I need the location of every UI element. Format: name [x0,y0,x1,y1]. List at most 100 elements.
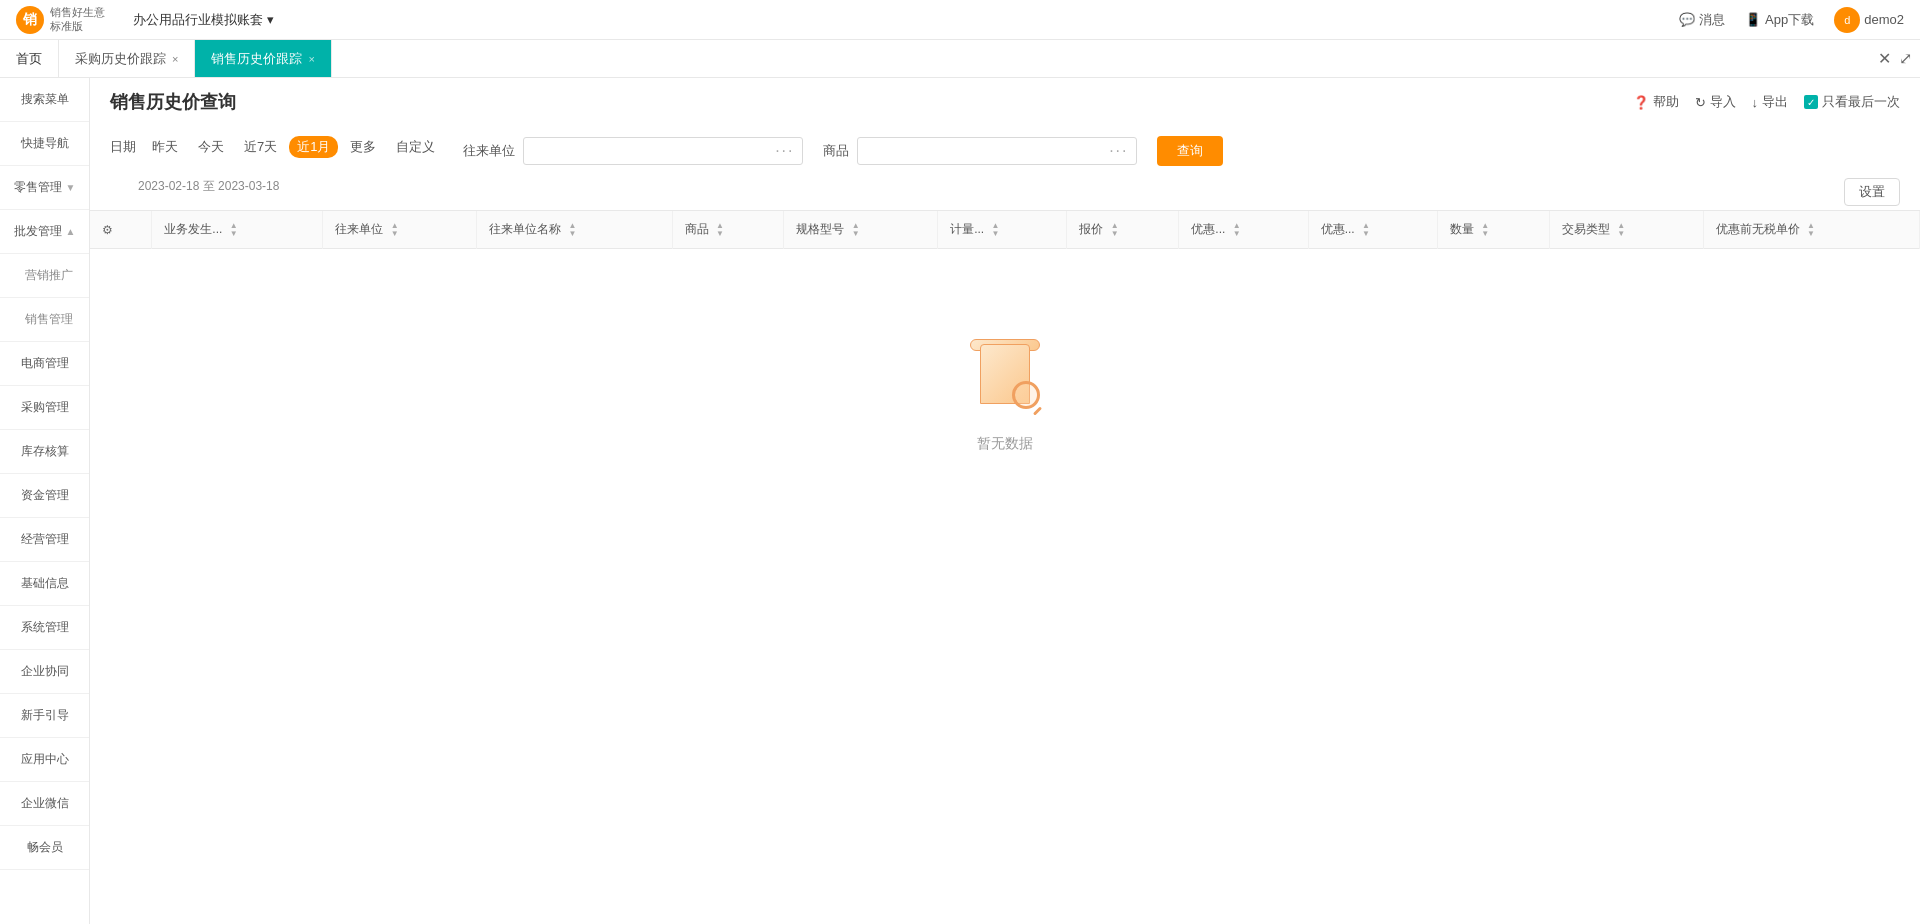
app-download-btn[interactable]: 📱 App下载 [1745,11,1814,29]
sidebar-item-enterprise-coop[interactable]: 企业协同 [0,650,89,694]
message-btn[interactable]: 💬 消息 [1679,11,1725,29]
tab-bar-actions: ✕ ⤢ [1878,49,1920,68]
tab-purchase-price-close[interactable]: × [172,53,178,65]
sidebar-item-system-mgmt[interactable]: 系统管理 [0,606,89,650]
sort-arrows-partner-name: ▲▼ [568,222,576,238]
col-partner-name[interactable]: 往来单位名称 ▲▼ [477,211,672,249]
col-unit[interactable]: 计量... ▲▼ [938,211,1067,249]
message-icon: 💬 [1679,12,1695,27]
col-quantity[interactable]: 数量 ▲▼ [1437,211,1549,249]
tab-sales-price[interactable]: 销售历史价跟踪 × [195,40,331,77]
sidebar-item-app-center[interactable]: 应用中心 [0,738,89,782]
tab-home[interactable]: 首页 [0,40,59,77]
top-header: 销 销售好生意 标准版 办公用品行业模拟账套 ▾ 💬 消息 📱 App下载 d … [0,0,1920,40]
page-title: 销售历史价查询 [110,90,236,114]
partner-input[interactable]: ··· [523,137,803,165]
empty-text: 暂无数据 [977,435,1033,453]
goods-input-dots[interactable]: ··· [1109,142,1128,160]
tab-purchase-price[interactable]: 采购历史价跟踪 × [59,40,195,77]
no-data-icon [960,329,1050,419]
sidebar-item-new-guide[interactable]: 新手引导 [0,694,89,738]
retail-mgmt-arrow: ▼ [66,181,76,194]
sidebar-item-search-menu[interactable]: 搜索菜单 [0,78,89,122]
sidebar-item-quick-nav[interactable]: 快捷导航 [0,122,89,166]
col-goods[interactable]: 商品 ▲▼ [672,211,784,249]
sort-arrows-quote: ▲▼ [1111,222,1119,238]
col-pre-tax-price[interactable]: 优惠前无税单价 ▲▼ [1703,211,1919,249]
filter-inputs-row: 往来单位 ··· 商品 ··· 查询 [463,136,1900,166]
user-menu[interactable]: d demo2 [1834,7,1904,33]
phone-icon: 📱 [1745,12,1761,27]
goods-input[interactable]: ··· [857,137,1137,165]
sidebar-item-operations-mgmt[interactable]: 经营管理 [0,518,89,562]
tab-maximize-btn[interactable]: ⤢ [1899,49,1912,68]
date-btn-7days[interactable]: 近7天 [236,136,285,158]
sidebar-item-inventory[interactable]: 库存核算 [0,430,89,474]
sort-arrows-biz-date: ▲▼ [230,222,238,238]
sort-arrows-unit: ▲▼ [991,222,999,238]
col-discount2[interactable]: 优惠... ▲▼ [1308,211,1437,249]
sort-arrows-discount1: ▲▼ [1233,222,1241,238]
logo-area: 销 销售好生意 标准版 [16,6,105,34]
tab-sales-price-close[interactable]: × [308,53,314,65]
date-btn-more[interactable]: 更多 [342,136,384,158]
magnifier-icon [1012,381,1040,409]
gear-icon[interactable]: ⚙ [102,223,113,237]
tab-close-all-btn[interactable]: ✕ [1878,49,1891,68]
query-btn[interactable]: 查询 [1157,136,1223,166]
empty-state: 暂无数据 [90,249,1920,533]
sort-arrows-pre-tax-price: ▲▼ [1807,222,1815,238]
sidebar-item-marketing[interactable]: 营销推广 [0,254,89,298]
col-biz-date[interactable]: 业务发生... ▲▼ [152,211,323,249]
col-spec[interactable]: 规格型号 ▲▼ [784,211,938,249]
only-last-check-icon [1804,95,1818,109]
date-btn-yesterday[interactable]: 昨天 [144,136,186,158]
date-range-row: 2023-02-18 至 2023-03-18 设置 [110,176,1900,203]
workspace-dropdown-icon[interactable]: ▾ [267,12,274,27]
sidebar-item-enterprise-wechat[interactable]: 企业微信 [0,782,89,826]
col-discount1[interactable]: 优惠... ▲▼ [1179,211,1308,249]
date-buttons: 昨天 今天 近7天 近1月 更多 自定义 [144,136,443,158]
only-last-checkbox[interactable]: 只看最后一次 [1804,93,1900,111]
logo-icon: 销 [16,6,44,34]
sort-arrows-spec: ▲▼ [852,222,860,238]
table-wrapper: ⚙ 业务发生... ▲▼ 往来单位 ▲▼ 往来单位名称 ▲▼ [90,211,1920,924]
sort-arrows-discount2: ▲▼ [1362,222,1370,238]
date-btn-custom[interactable]: 自定义 [388,136,443,158]
col-partner-code[interactable]: 往来单位 ▲▼ [323,211,477,249]
sort-arrows-trade-type: ▲▼ [1617,222,1625,238]
date-filter-group: 日期 昨天 今天 近7天 近1月 更多 自定义 [110,136,443,158]
sort-arrows-quantity: ▲▼ [1481,222,1489,238]
sidebar-item-vip-member[interactable]: 畅会员 [0,826,89,870]
sidebar-item-ecommerce-mgmt[interactable]: 电商管理 [0,342,89,386]
workspace-selector[interactable]: 办公用品行业模拟账套 ▾ [133,11,274,29]
tab-bar: 首页 采购历史价跟踪 × 销售历史价跟踪 × ✕ ⤢ [0,40,1920,78]
header-left: 销 销售好生意 标准版 办公用品行业模拟账套 ▾ [16,6,274,34]
col-quote[interactable]: 报价 ▲▼ [1067,211,1179,249]
header-right: 💬 消息 📱 App下载 d demo2 [1679,7,1904,33]
data-table: ⚙ 业务发生... ▲▼ 往来单位 ▲▼ 往来单位名称 ▲▼ [90,211,1920,249]
sidebar-item-sales-mgmt[interactable]: 销售管理 [0,298,89,342]
help-icon: ❓ [1633,95,1649,110]
date-btn-1month[interactable]: 近1月 [289,136,338,158]
export-btn[interactable]: ↓ 导出 [1752,93,1789,111]
filter-row: 日期 昨天 今天 近7天 近1月 更多 自定义 往来单位 [110,126,1900,176]
sidebar-item-purchase-mgmt[interactable]: 采购管理 [0,386,89,430]
sidebar-item-finance-mgmt[interactable]: 资金管理 [0,474,89,518]
col-trade-type[interactable]: 交易类型 ▲▼ [1549,211,1703,249]
help-btn[interactable]: ❓ 帮助 [1633,93,1679,111]
col-gear[interactable]: ⚙ [90,211,152,249]
partner-filter-group: 往来单位 ··· [463,137,803,165]
sidebar-item-retail-mgmt[interactable]: 零售管理 ▼ [0,166,89,210]
partner-input-dots[interactable]: ··· [775,142,794,160]
sidebar-item-basic-info[interactable]: 基础信息 [0,562,89,606]
import-btn[interactable]: ↻ 导入 [1695,93,1736,111]
date-btn-today[interactable]: 今天 [190,136,232,158]
settings-btn[interactable]: 设置 [1844,178,1900,206]
goods-filter-group: 商品 ··· [823,137,1137,165]
table-header: ⚙ 业务发生... ▲▼ 往来单位 ▲▼ 往来单位名称 ▲▼ [90,211,1920,249]
sidebar-item-wholesale-mgmt[interactable]: 批发管理 ▲ [0,210,89,254]
partner-label: 往来单位 [463,142,515,160]
goods-label: 商品 [823,142,849,160]
import-icon: ↻ [1695,95,1706,110]
